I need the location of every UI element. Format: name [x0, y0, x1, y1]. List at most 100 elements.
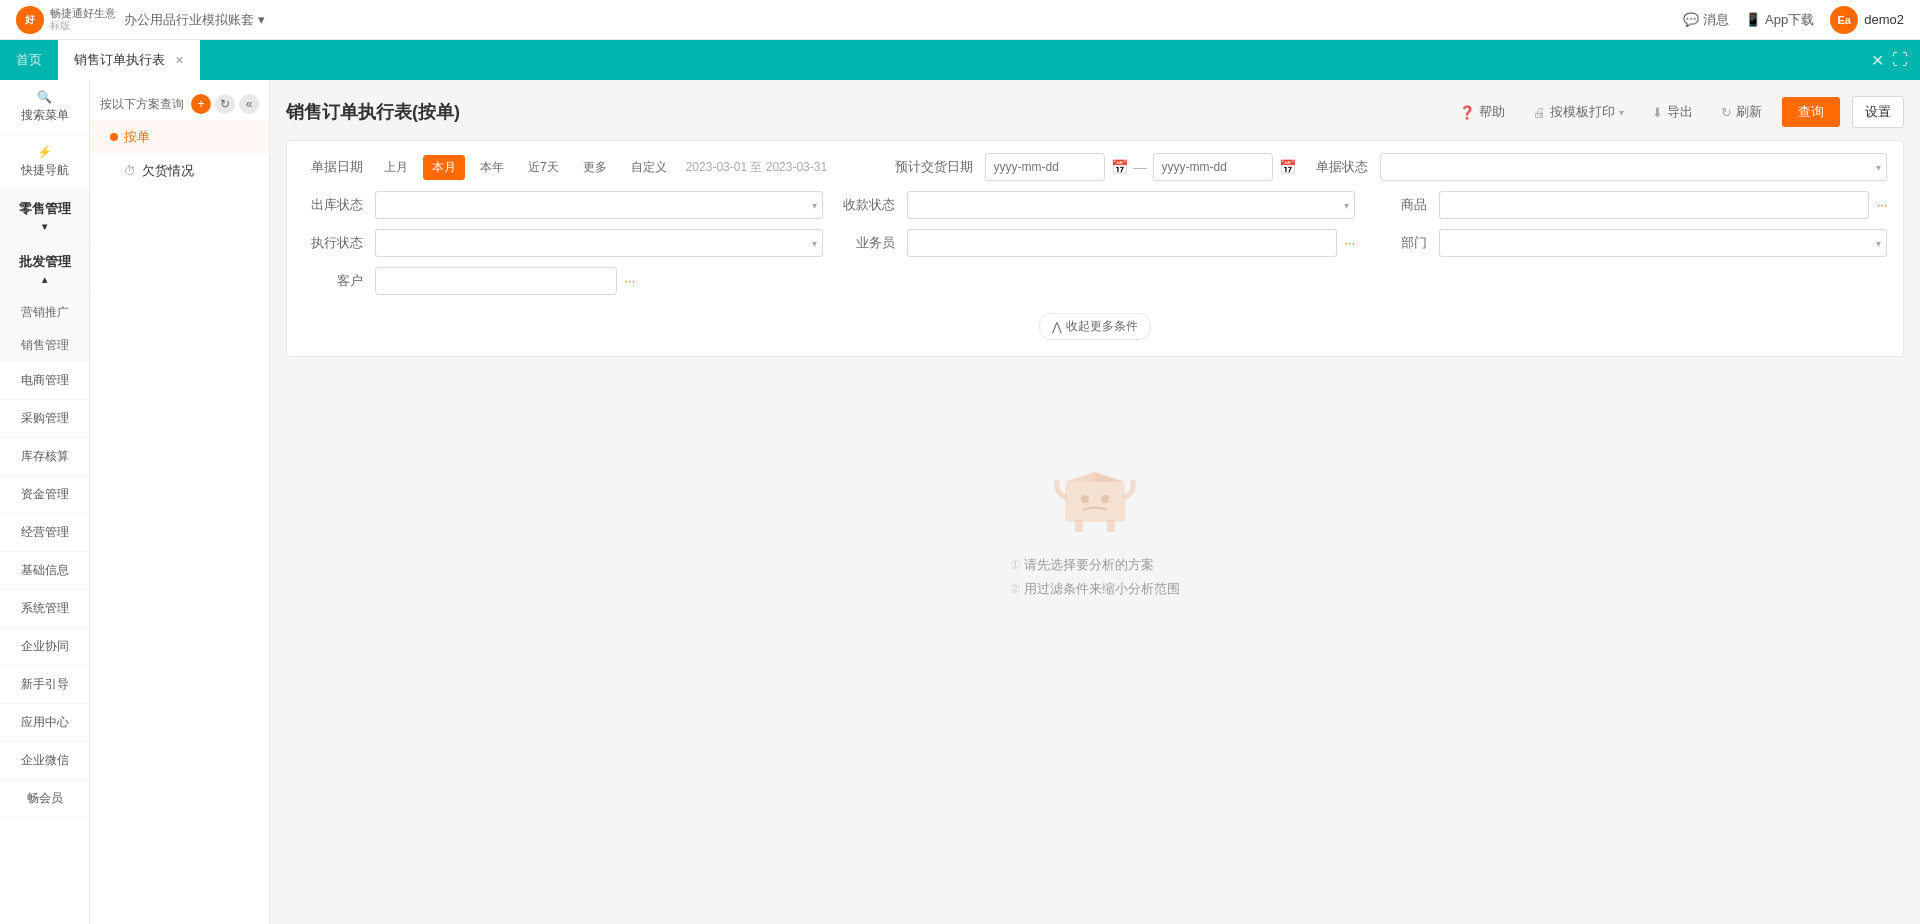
- user-name: demo2: [1864, 12, 1904, 27]
- active-dot: [110, 133, 118, 141]
- sidebar-item-apps[interactable]: 应用中心: [0, 704, 89, 742]
- add-scheme-button[interactable]: +: [191, 94, 211, 114]
- filter-row-4: 客户 ···: [303, 267, 1887, 295]
- top-bar-right: 💬 消息 📱 App下载 Ea demo2: [1683, 6, 1904, 34]
- print-icon: 🖨: [1533, 105, 1546, 120]
- date-to-input[interactable]: [1153, 153, 1273, 181]
- collapse-button[interactable]: ⋀ 收起更多条件: [1039, 313, 1151, 340]
- settings-button[interactable]: 设置: [1852, 96, 1904, 128]
- collapse-up-icon: ⋀: [1052, 320, 1062, 334]
- salesperson-input[interactable]: [907, 229, 1337, 257]
- filter-area: 单据日期 上月 本月 本年 近7天 更多 自定义 2023-03-01 至 20…: [286, 140, 1904, 357]
- page-title: 销售订单执行表(按单): [286, 100, 460, 124]
- sidebar-item-enterprise[interactable]: 企业协同: [0, 628, 89, 666]
- message-button[interactable]: 💬 消息: [1683, 11, 1729, 29]
- date-btn-more[interactable]: 更多: [574, 155, 616, 180]
- sidebar-item-marketing[interactable]: 营销推广: [0, 296, 89, 329]
- date-from-input[interactable]: [985, 153, 1105, 181]
- empty-state: ① 请先选择要分析的方案 ② 用过滤条件来缩小分析范围: [286, 357, 1904, 680]
- dept-select[interactable]: [1439, 229, 1887, 257]
- sidebar-item-inventory[interactable]: 库存核算: [0, 438, 89, 476]
- fullscreen-icon[interactable]: ⛶: [1892, 51, 1908, 69]
- receipt-label: 收款状态: [835, 196, 895, 214]
- sidebar-item-retail[interactable]: 零售管理 ▾: [0, 190, 89, 243]
- filter-row-1: 单据日期 上月 本月 本年 近7天 更多 自定义 2023-03-01 至 20…: [303, 153, 1887, 181]
- left-panel-header: 按以下方案查询 + ↻ «: [90, 88, 269, 120]
- calendar-from-icon[interactable]: 📅: [1111, 159, 1128, 175]
- customer-input[interactable]: [375, 267, 617, 295]
- sidebar-item-operations[interactable]: 经营管理: [0, 514, 89, 552]
- exec-status-select[interactable]: [375, 229, 823, 257]
- salesperson-filter-group: ···: [907, 229, 1355, 257]
- scheme-item-按单[interactable]: 按单: [90, 120, 269, 154]
- sidebar-item-search[interactable]: 🔍 搜索菜单: [0, 80, 89, 135]
- sidebar-item-wechat[interactable]: 企业微信: [0, 742, 89, 780]
- content-row: 按以下方案查询 + ↻ « 按单 ⏱ 欠货情况 销售订单执行表(按单): [90, 80, 1920, 924]
- left-panel: 按以下方案查询 + ↻ « 按单 ⏱ 欠货情况: [90, 80, 270, 924]
- salesperson-more-icon[interactable]: ···: [1345, 236, 1355, 250]
- sidebar-item-ecommerce[interactable]: 电商管理: [0, 362, 89, 400]
- logo-text: 畅捷通好生意 标版: [50, 7, 116, 32]
- empty-icon: [1045, 437, 1145, 537]
- dept-select-wrapper: ▾: [1439, 229, 1887, 257]
- date-btn-custom[interactable]: 自定义: [622, 155, 676, 180]
- date-input-group: 📅 — 📅: [985, 153, 1296, 181]
- calendar-to-icon[interactable]: 📅: [1279, 159, 1296, 175]
- user-avatar-area[interactable]: Ea demo2: [1830, 6, 1904, 34]
- svg-point-1: [1081, 495, 1089, 503]
- goods-more-icon[interactable]: ···: [1877, 198, 1887, 212]
- sidebar-item-wholesale[interactable]: 批发管理 ▴: [0, 243, 89, 296]
- date-btn-this-month[interactable]: 本月: [423, 155, 465, 180]
- close-window-icon[interactable]: ✕: [1871, 51, 1884, 70]
- tab-close-icon[interactable]: ✕: [175, 54, 184, 67]
- sidebar-item-basic[interactable]: 基础信息: [0, 552, 89, 590]
- export-icon: ⬇: [1652, 105, 1663, 120]
- sidebar-item-newbie[interactable]: 新手引导: [0, 666, 89, 704]
- page-actions: ❓ 帮助 🖨 按模板打印 ▾ ⬇ 导出 ↻ 刷新: [1451, 96, 1904, 128]
- doc-status-select[interactable]: [1380, 153, 1888, 181]
- date-btn-7days[interactable]: 近7天: [519, 155, 568, 180]
- svg-rect-0: [1065, 482, 1125, 522]
- top-bar: 好 畅捷通好生意 标版 办公用品行业模拟账套 ▾ 💬 消息 📱 App下载 Ea…: [0, 0, 1920, 40]
- sidebar-item-member[interactable]: 畅会员: [0, 780, 89, 818]
- filter-row-2: 出库状态 ▾ 收款状态 ▾ 商品 ···: [303, 191, 1887, 219]
- sidebar-item-sales[interactable]: 销售管理: [0, 329, 89, 362]
- page-content: 销售订单执行表(按单) ❓ 帮助 🖨 按模板打印 ▾ ⬇ 导出: [270, 80, 1920, 924]
- shipment-status-select[interactable]: [375, 191, 823, 219]
- sidebar-item-system[interactable]: 系统管理: [0, 590, 89, 628]
- refresh-scheme-button[interactable]: ↻: [215, 94, 235, 114]
- customer-more-icon[interactable]: ···: [625, 274, 635, 288]
- avatar: Ea: [1830, 6, 1858, 34]
- receipt-status-select[interactable]: [907, 191, 1355, 219]
- print-button[interactable]: 🖨 按模板打印 ▾: [1525, 99, 1632, 125]
- search-icon: 🔍: [37, 90, 52, 104]
- export-button[interactable]: ⬇ 导出: [1644, 99, 1701, 125]
- refresh-button[interactable]: ↻ 刷新: [1713, 99, 1770, 125]
- search-button[interactable]: 查询: [1782, 97, 1840, 127]
- customer-filter-group: ···: [375, 267, 635, 295]
- date-btn-last-month[interactable]: 上月: [375, 155, 417, 180]
- nav-tab-actions: ✕ ⛶: [1871, 51, 1920, 70]
- print-arrow-icon: ▾: [1619, 107, 1624, 118]
- nav-tabs: 首页 销售订单执行表 ✕ ✕ ⛶: [0, 40, 1920, 80]
- tab-home[interactable]: 首页: [0, 40, 58, 80]
- collapse-panel-button[interactable]: «: [239, 94, 259, 114]
- sidebar: 🔍 搜索菜单 ⚡ 快捷导航 零售管理 ▾ 批发管理 ▴ 营销推广 销售管理 电商…: [0, 80, 90, 924]
- filter-row-3: 执行状态 ▾ 业务员 ··· 部门 ▾: [303, 229, 1887, 257]
- goods-input[interactable]: [1439, 191, 1869, 219]
- shipment-label: 出库状态: [303, 196, 363, 214]
- help-button[interactable]: ❓ 帮助: [1451, 99, 1513, 125]
- tab-sales-order[interactable]: 销售订单执行表 ✕: [58, 40, 200, 80]
- sidebar-item-purchase[interactable]: 采购管理: [0, 400, 89, 438]
- top-bar-left: 好 畅捷通好生意 标版 办公用品行业模拟账套 ▾: [16, 6, 265, 34]
- collapse-row: ⋀ 收起更多条件: [303, 305, 1887, 344]
- doc-status-label: 单据状态: [1308, 158, 1368, 176]
- date-label: 单据日期: [303, 158, 363, 176]
- date-btn-this-year[interactable]: 本年: [471, 155, 513, 180]
- help-icon: ❓: [1459, 105, 1475, 120]
- empty-tip-1: ① 请先选择要分析的方案: [1010, 553, 1181, 577]
- sidebar-item-finance[interactable]: 资金管理: [0, 476, 89, 514]
- sidebar-item-quick-nav[interactable]: ⚡ 快捷导航: [0, 135, 89, 190]
- scheme-item-欠货情况[interactable]: ⏱ 欠货情况: [90, 154, 269, 188]
- app-download-button[interactable]: 📱 App下载: [1745, 11, 1814, 29]
